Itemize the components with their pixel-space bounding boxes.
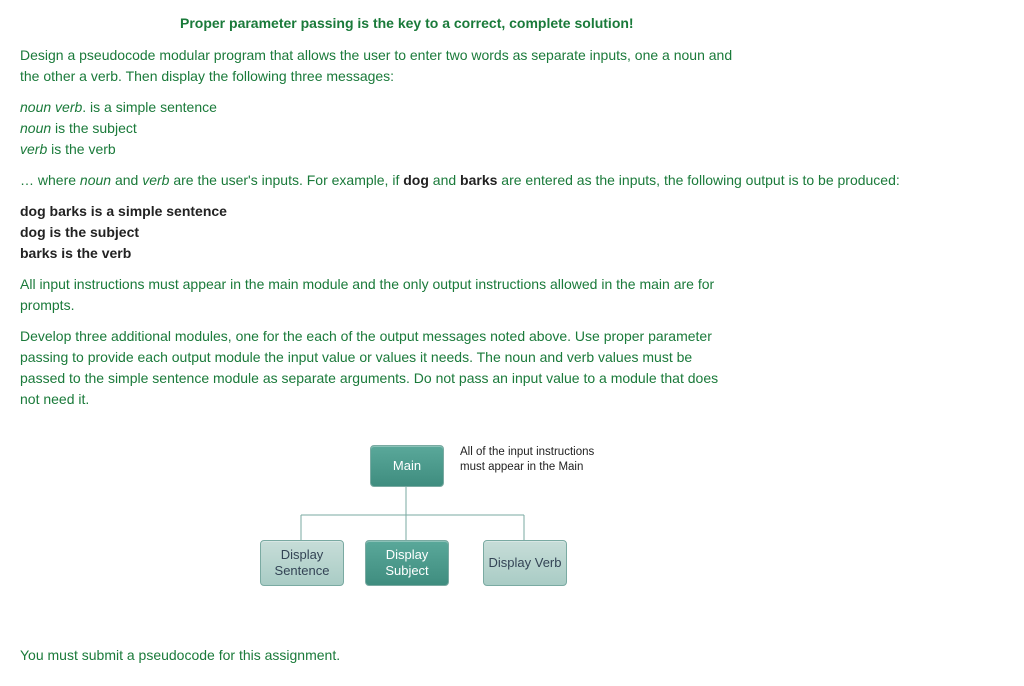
- header-key-message: Proper parameter passing is the key to a…: [20, 15, 1004, 31]
- pattern-row-3: verb is the verb: [20, 139, 1004, 160]
- chart-node-display-subject: Display Subject: [365, 540, 449, 586]
- ex-i: are entered as the inputs, the following…: [497, 172, 899, 188]
- ex-c: and: [111, 172, 142, 188]
- pattern-list: noun verb. is a simple sentence noun is …: [20, 97, 1004, 160]
- sample-output: dog barks is a simple sentence dog is th…: [20, 201, 1004, 264]
- example-lead: … where noun and verb are the user's inp…: [20, 170, 740, 191]
- pattern-row-1-tail: . is a simple sentence: [82, 99, 217, 115]
- chart-node-display-sentence: Display Sentence: [260, 540, 344, 586]
- output-line-3: barks is the verb: [20, 243, 1004, 264]
- chart-annotation: All of the input instructions must appea…: [460, 445, 600, 475]
- pattern-row-3-verb: verb: [20, 141, 47, 157]
- intro-paragraph: Design a pseudocode modular program that…: [20, 45, 740, 87]
- rule-modules: Develop three additional modules, one fo…: [20, 326, 740, 410]
- pattern-row-1-noun-verb: noun verb: [20, 99, 82, 115]
- ex-e: are the user's inputs. For example, if: [169, 172, 403, 188]
- footer-note: You must submit a pseudocode for this as…: [20, 645, 740, 666]
- ex-h: barks: [460, 172, 497, 188]
- ex-a: … where: [20, 172, 80, 188]
- output-line-2: dog is the subject: [20, 222, 1004, 243]
- chart-node-display-verb: Display Verb: [483, 540, 567, 586]
- ex-g: and: [429, 172, 460, 188]
- ex-f: dog: [403, 172, 429, 188]
- hierarchy-chart: Main Display Sentence Display Subject Di…: [220, 445, 620, 615]
- pattern-row-1: noun verb. is a simple sentence: [20, 97, 1004, 118]
- pattern-row-3-tail: is the verb: [47, 141, 115, 157]
- pattern-row-2-tail: is the subject: [51, 120, 137, 136]
- pattern-row-2-noun: noun: [20, 120, 51, 136]
- output-line-1: dog barks is a simple sentence: [20, 201, 1004, 222]
- ex-b: noun: [80, 172, 111, 188]
- pattern-row-2: noun is the subject: [20, 118, 1004, 139]
- rule-input-in-main: All input instructions must appear in th…: [20, 274, 740, 316]
- ex-d: verb: [142, 172, 169, 188]
- chart-node-main: Main: [370, 445, 444, 487]
